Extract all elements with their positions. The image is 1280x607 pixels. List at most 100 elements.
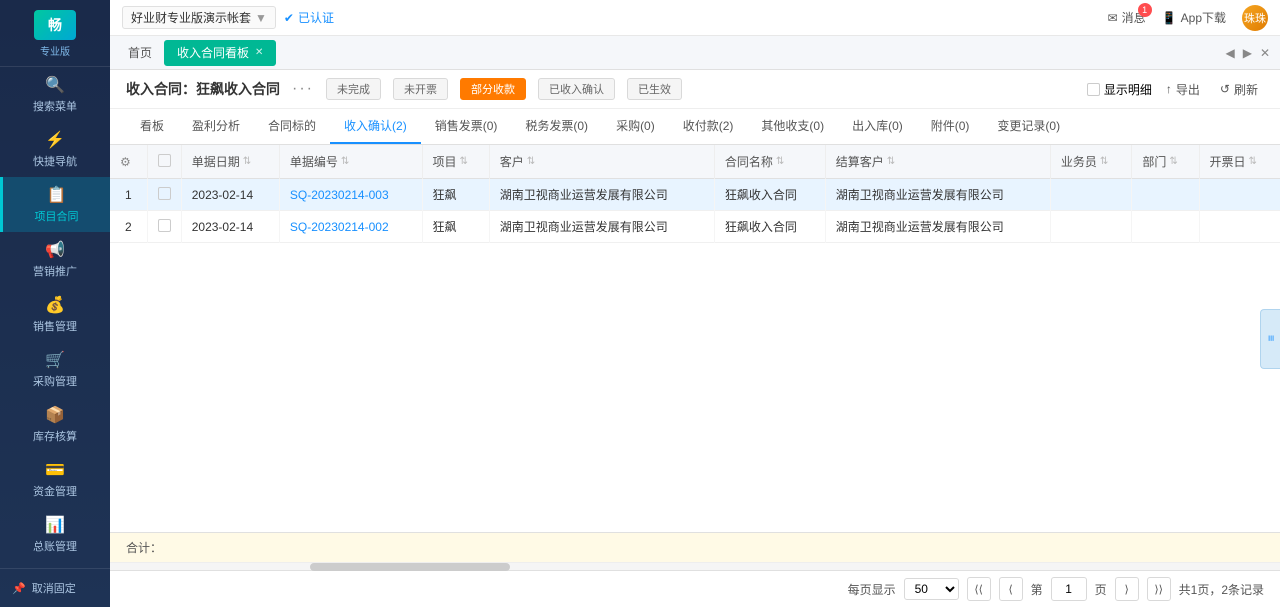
col-salesperson[interactable]: 业务员 ⇅	[1050, 145, 1131, 179]
tab-next-icon[interactable]: ▶	[1243, 46, 1252, 60]
page-last-button[interactable]: ⟩⟩	[1147, 577, 1171, 601]
status-uninvoiced[interactable]: 未开票	[393, 78, 448, 100]
table-area: ⚙ 单据日期 ⇅	[110, 145, 1280, 532]
sidebar-item-inventory[interactable]: 📦 库存核算	[0, 397, 110, 452]
purchase-icon: 🛒	[45, 350, 65, 370]
row-bill-date-2	[1199, 211, 1280, 243]
user-avatar[interactable]: 珠珠	[1242, 5, 1268, 31]
col-select-all[interactable]	[147, 145, 181, 179]
page-number-input[interactable]: 1	[1051, 577, 1087, 601]
tab-tax-invoice[interactable]: 税务发票(0)	[511, 109, 602, 144]
tabbar-right: ◀ ▶ ✕	[1225, 46, 1270, 60]
export-button[interactable]: ↑ 导出	[1160, 79, 1206, 100]
col-dept[interactable]: 部门 ⇅	[1132, 145, 1199, 179]
refresh-button[interactable]: ↺ 刷新	[1214, 79, 1264, 100]
col-code[interactable]: 单据编号 ⇅	[279, 145, 422, 179]
message-button[interactable]: ✉ 消息 1	[1108, 9, 1146, 26]
col-salesperson-sort[interactable]: 业务员 ⇅	[1061, 153, 1121, 170]
message-icon: ✉	[1108, 11, 1118, 25]
sidebar-item-label-quick: 快捷导航	[33, 153, 77, 169]
col-date[interactable]: 单据日期 ⇅	[181, 145, 279, 179]
tab-close-all-icon[interactable]: ✕	[1260, 46, 1270, 60]
col-date-sort[interactable]: 单据日期 ⇅	[192, 153, 269, 170]
tab-outbound[interactable]: 出入库(0)	[838, 109, 917, 144]
home-tab[interactable]: 首页	[120, 44, 160, 61]
sidebar-item-marketing[interactable]: 📢 营销推广	[0, 232, 110, 287]
app-download-button[interactable]: 📱 App下载	[1162, 9, 1226, 26]
right-panel-toggle[interactable]: ≡	[1260, 309, 1280, 369]
col-customer[interactable]: 客户 ⇅	[489, 145, 714, 179]
status-uncomplete[interactable]: 未完成	[326, 78, 381, 100]
contract-more-button[interactable]: ···	[292, 80, 314, 98]
col-contract-name-sort[interactable]: 合同名称 ⇅	[725, 153, 815, 170]
display-detail-checkbox[interactable]	[1087, 83, 1100, 96]
tab-change-log[interactable]: 变更记录(0)	[983, 109, 1074, 144]
tab-close-icon[interactable]: ✕	[255, 47, 263, 58]
tab-purchase-label: 采购(0)	[616, 119, 655, 133]
sidebar-item-search[interactable]: 🔍 搜索菜单	[0, 67, 110, 122]
status-partial-payment[interactable]: 部分收款	[460, 78, 526, 100]
active-tab[interactable]: 收入合同看板 ✕	[164, 40, 276, 66]
col-bill-date-sort[interactable]: 开票日 ⇅	[1210, 153, 1270, 170]
sidebar-item-quick-nav[interactable]: ⚡ 快捷导航	[0, 122, 110, 177]
status-effective[interactable]: 已生效	[627, 78, 682, 100]
table-row[interactable]: 2 2023-02-14 SQ-20230214-002 狂飙 湖南卫视商业运营…	[110, 211, 1280, 243]
col-contract-name[interactable]: 合同名称 ⇅	[714, 145, 825, 179]
tab-other-income[interactable]: 其他收支(0)	[747, 109, 838, 144]
status-income-confirmed[interactable]: 已收入确认	[538, 78, 615, 100]
tab-attachment[interactable]: 附件(0)	[917, 109, 984, 144]
row-dept-2	[1132, 211, 1199, 243]
select-all-checkbox[interactable]	[158, 154, 171, 167]
tab-contract-std-label: 合同标的	[268, 119, 316, 133]
tab-prev-icon[interactable]: ◀	[1225, 46, 1234, 60]
col-bill-date[interactable]: 开票日 ⇅	[1199, 145, 1280, 179]
sidebar-item-sales[interactable]: 💰 销售管理	[0, 287, 110, 342]
row-checkbox-2[interactable]	[158, 219, 171, 232]
sidebar-item-project[interactable]: 📋 项目合同	[0, 177, 110, 232]
horizontal-scrollbar[interactable]	[110, 562, 1280, 570]
sidebar-bottom-cancel-pin[interactable]: 📌 取消固定	[0, 575, 110, 601]
col-project-sort[interactable]: 项目 ⇅	[433, 153, 479, 170]
row-code-link-2[interactable]: SQ-20230214-002	[290, 220, 389, 234]
certified-text: 已认证	[298, 9, 334, 26]
sidebar-item-general[interactable]: 📊 总账管理	[0, 507, 110, 562]
col-dept-sort[interactable]: 部门 ⇅	[1142, 153, 1188, 170]
right-action-bar: ≡	[1260, 309, 1280, 369]
display-detail-toggle[interactable]: 显示明细	[1087, 81, 1152, 98]
tab-sales-invoice[interactable]: 销售发票(0)	[421, 109, 512, 144]
main-area: 好业财专业版演示帐套 ▼ ✔ 已认证 ✉ 消息 1 📱 App下载 珠珠 首页 …	[110, 0, 1280, 607]
row-code-link-1[interactable]: SQ-20230214-003	[290, 188, 389, 202]
sidebar-item-capital[interactable]: 💳 资金管理	[0, 452, 110, 507]
row-salesperson-1	[1050, 179, 1131, 211]
tab-profit[interactable]: 盈利分析	[178, 109, 254, 144]
sort-icon-bill-date: ⇅	[1249, 156, 1257, 167]
col-project[interactable]: 项目 ⇅	[422, 145, 489, 179]
page-next-button[interactable]: ⟩	[1115, 577, 1139, 601]
col-code-sort[interactable]: 单据编号 ⇅	[290, 153, 412, 170]
tab-payment[interactable]: 收付款(2)	[669, 109, 748, 144]
tab-income-confirm[interactable]: 收入确认(2)	[330, 109, 421, 144]
sidebar-item-purchase[interactable]: 🛒 采购管理	[0, 342, 110, 397]
col-result-customer[interactable]: 结算客户 ⇅	[825, 145, 1050, 179]
row-checkbox-1[interactable]	[158, 187, 171, 200]
settings-icon[interactable]: ⚙	[120, 155, 131, 169]
page-first-button[interactable]: ⟨⟨	[967, 577, 991, 601]
col-result-customer-sort[interactable]: 结算客户 ⇅	[836, 153, 1040, 170]
page-prev-button[interactable]: ⟨	[999, 577, 1023, 601]
row-date-1: 2023-02-14	[181, 179, 279, 211]
table-row[interactable]: 1 2023-02-14 SQ-20230214-003 狂飙 湖南卫视商业运营…	[110, 179, 1280, 211]
scrollbar-thumb[interactable]	[310, 563, 510, 571]
company-selector[interactable]: 好业财专业版演示帐套 ▼	[122, 6, 276, 29]
col-customer-sort[interactable]: 客户 ⇅	[500, 153, 704, 170]
tab-purchase[interactable]: 采购(0)	[602, 109, 669, 144]
tab-dashboard[interactable]: 看板	[126, 109, 178, 144]
row-cb-2[interactable]	[147, 211, 181, 243]
row-cb-1[interactable]	[147, 179, 181, 211]
total-label: 合计：	[126, 539, 162, 556]
sort-icon-project: ⇅	[460, 156, 468, 167]
col-settings[interactable]: ⚙	[110, 145, 147, 179]
tab-contract-std[interactable]: 合同标的	[254, 109, 330, 144]
pin-icon: 📌	[12, 582, 26, 595]
row-project-2: 狂飙	[422, 211, 489, 243]
per-page-select[interactable]: 50 100 200	[904, 578, 959, 600]
